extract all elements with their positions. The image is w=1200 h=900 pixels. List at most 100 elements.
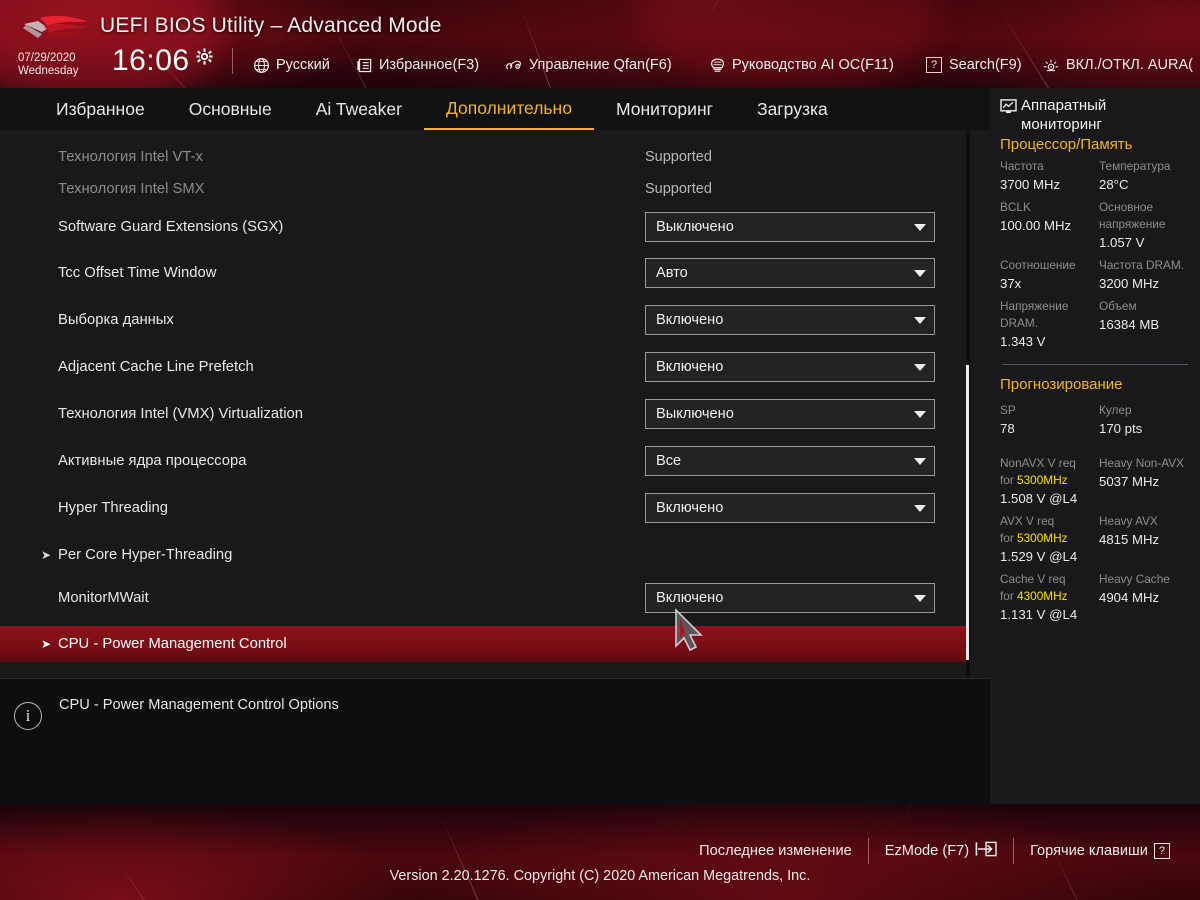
setting-dropdown-monitormwait[interactable]: Включено <box>645 583 935 613</box>
setting-static-value: Supported <box>645 181 712 197</box>
metric-frequency: Частота 3700 MHz <box>1000 158 1091 199</box>
setting-row[interactable]: Tcc Offset Time Window Авто <box>0 254 966 292</box>
header-menu-aura[interactable]: ВКЛ./ОТКЛ. AURA( <box>1042 56 1193 74</box>
metric-label: NonAVX V req <box>1000 456 1076 470</box>
tab-monitor[interactable]: Мониторинг <box>594 88 735 130</box>
setting-label: CPU - Power Management Control <box>58 636 287 652</box>
freq-highlight: 4300MHz <box>1017 589 1068 603</box>
sidebar-divider <box>1002 364 1188 365</box>
setting-row[interactable]: Выборка данных Включено <box>0 301 966 339</box>
aura-icon <box>1042 56 1060 74</box>
setting-row[interactable]: Software Guard Extensions (SGX) Выключен… <box>0 208 966 246</box>
cpu-memory-metrics: Частота 3700 MHz Температура 28°C BCLK 1… <box>1000 158 1190 356</box>
info-text: CPU - Power Management Control Options <box>59 697 339 713</box>
setting-label: Технология Intel VT-x <box>58 149 203 165</box>
hardware-monitor-sidebar: Аппаратный мониторинг Процессор/Память Ч… <box>990 88 1200 804</box>
setting-dropdown-data-prefetch[interactable]: Включено <box>645 305 935 335</box>
setting-row-submenu[interactable]: ➤ Per Core Hyper-Threading <box>0 536 966 574</box>
setting-label: Tcc Offset Time Window <box>58 265 217 281</box>
setting-row-cpu-power-management[interactable]: ➤ CPU - Power Management Control <box>0 626 966 662</box>
header-menu-label: Search(F9) <box>949 57 1022 73</box>
metric-heavy-avx: Heavy AVX 4815 MHz <box>1099 513 1190 571</box>
setting-row[interactable]: Технология Intel (VMX) Virtualization Вы… <box>0 395 966 433</box>
metric-label: AVX V req <box>1000 514 1055 528</box>
footer-last-modified[interactable]: Последнее изменение <box>683 843 868 859</box>
chevron-down-icon <box>914 223 926 231</box>
metric-value: 170 pts <box>1099 421 1143 436</box>
metric-value: 5037 MHz <box>1099 474 1160 489</box>
prediction-basic-metrics: SP 78 Кулер 170 pts <box>1000 402 1190 443</box>
aioc-icon <box>708 56 726 74</box>
footer-links: Последнее изменение EzMode (F7) Горячие … <box>683 838 1186 864</box>
metric-value: 4815 MHz <box>1099 532 1160 547</box>
globe-icon <box>252 56 270 74</box>
footer-ezmode[interactable]: EzMode (F7) <box>869 841 1013 861</box>
dropdown-value: Выключено <box>656 219 734 235</box>
tab-advanced[interactable]: Дополнительно <box>423 88 594 130</box>
metric-label: Heavy Cache <box>1099 572 1170 586</box>
gear-icon[interactable] <box>196 48 213 65</box>
header-menu-label: ВКЛ./ОТКЛ. AURA( <box>1066 57 1193 73</box>
chevron-down-icon <box>914 410 926 418</box>
exit-arrow-icon <box>975 841 997 861</box>
prediction-voltage-metrics: NonAVX V req for 5300MHz 1.508 V @L4 Hea… <box>1000 455 1190 629</box>
bios-screen: UEFI BIOS Utility – Advanced Mode 07/29/… <box>0 0 1200 900</box>
metric-core-voltage: Основное напряжение 1.057 V <box>1099 199 1190 257</box>
tab-favorites[interactable]: Избранное <box>34 88 167 130</box>
setting-row[interactable]: Adjacent Cache Line Prefetch Включено <box>0 348 966 386</box>
header-menu-language[interactable]: Русский <box>252 56 330 74</box>
dropdown-value: Включено <box>656 359 724 375</box>
footer-link-label: Горячие клавиши <box>1030 843 1148 859</box>
tab-main[interactable]: Основные <box>167 88 294 130</box>
header-menu-aioc[interactable]: Руководство AI OC(F11) <box>708 56 894 74</box>
metric-nonavx-vreq: NonAVX V req for 5300MHz 1.508 V @L4 <box>1000 455 1091 513</box>
metric-cooler: Кулер 170 pts <box>1099 402 1190 443</box>
setting-row[interactable]: Активные ядра процессора Все <box>0 442 966 480</box>
tab-ai-tweaker[interactable]: Ai Tweaker <box>294 88 424 130</box>
date-value: 07/29/2020 <box>18 52 76 64</box>
metric-value: 1.508 V @L4 <box>1000 491 1078 506</box>
header-menu-qfan[interactable]: Управление Qfan(F6) <box>505 56 672 74</box>
setting-dropdown-tcc-offset[interactable]: Авто <box>645 258 935 288</box>
metric-label: Частота <box>1000 159 1044 173</box>
footer-bar: Последнее изменение EzMode (F7) Горячие … <box>0 804 1200 900</box>
setting-row[interactable]: Технология Intel SMX Supported <box>0 170 966 208</box>
setting-dropdown-sgx[interactable]: Выключено <box>645 212 935 242</box>
setting-label: Software Guard Extensions (SGX) <box>58 219 284 235</box>
metric-value: 1.343 V <box>1000 334 1046 349</box>
setting-row[interactable]: MonitorMWait Включено <box>0 579 966 617</box>
scrollbar-thumb[interactable] <box>966 365 969 660</box>
metric-sp: SP 78 <box>1000 402 1091 443</box>
setting-dropdown-vmx[interactable]: Выключено <box>645 399 935 429</box>
metric-heavy-nonavx: Heavy Non-AVX 5037 MHz <box>1099 455 1190 513</box>
question-box-icon: ? <box>1153 843 1170 859</box>
info-icon: i <box>14 702 42 730</box>
setting-dropdown-hyper-threading[interactable]: Включено <box>645 493 935 523</box>
footer-link-label: EzMode (F7) <box>884 843 970 859</box>
header-bar: UEFI BIOS Utility – Advanced Mode 07/29/… <box>0 0 1200 88</box>
clock-display: 16:06 <box>112 44 190 77</box>
footer-hotkeys[interactable]: Горячие клавиши ? <box>1014 843 1186 859</box>
metric-label: SP <box>1000 403 1016 417</box>
tab-bar: Избранное Основные Ai Tweaker Дополнител… <box>0 88 990 130</box>
metric-value: 4904 MHz <box>1099 590 1160 605</box>
header-menu-label: Русский <box>276 57 330 73</box>
metric-label-freq: for 5300MHz <box>1000 531 1068 545</box>
section-title-cpu-memory: Процессор/Память <box>1000 136 1133 153</box>
metric-heavy-cache: Heavy Cache 4904 MHz <box>1099 571 1190 629</box>
submenu-arrow-icon: ➤ <box>40 548 52 562</box>
setting-row[interactable]: Hyper Threading Включено <box>0 489 966 527</box>
page-title: UEFI BIOS Utility – Advanced Mode <box>100 14 442 37</box>
tab-boot[interactable]: Загрузка <box>735 88 850 130</box>
setting-dropdown-active-cores[interactable]: Все <box>645 446 935 476</box>
dropdown-value: Все <box>656 453 682 469</box>
dropdown-value: Включено <box>656 590 724 606</box>
header-menu-favorites[interactable]: Избранное(F3) <box>355 56 479 74</box>
header-menu-search[interactable]: ? Search(F9) <box>925 56 1022 74</box>
date-display: 07/29/2020 Wednesday <box>18 52 79 78</box>
metric-value: 37x <box>1000 276 1022 291</box>
hardware-monitor-label: Аппаратный мониторинг <box>1021 97 1107 133</box>
chevron-down-icon <box>914 316 926 324</box>
chevron-down-icon <box>914 504 926 512</box>
setting-dropdown-adjacent-cache[interactable]: Включено <box>645 352 935 382</box>
